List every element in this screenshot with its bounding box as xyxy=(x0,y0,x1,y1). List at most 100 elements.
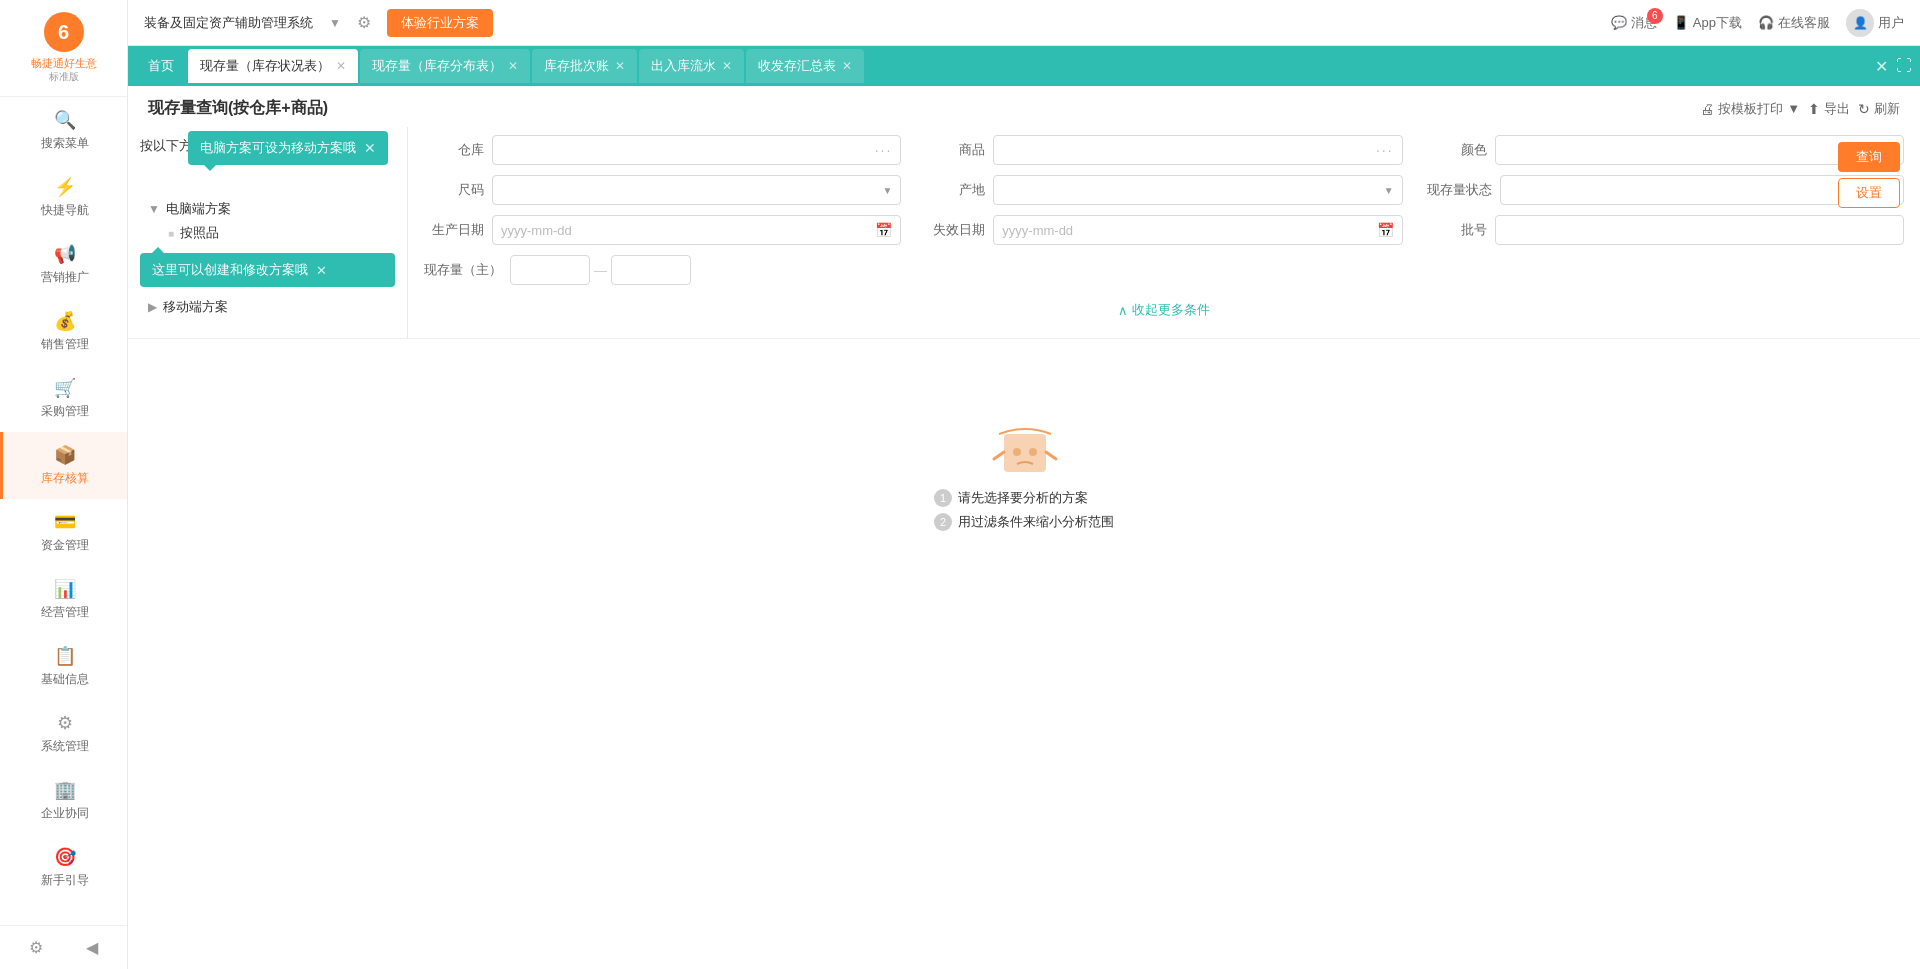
sales-icon: 💰 xyxy=(54,310,76,332)
sidebar-item-sales[interactable]: 💰 销售管理 xyxy=(0,298,127,365)
inventory-main-label: 现存量（主） xyxy=(424,261,502,279)
inventory-main-from[interactable] xyxy=(510,255,590,285)
filter-container: 按以下方案查询 + ✎ « 电脑方案可设为移动方案哦 ✕ xyxy=(128,119,1920,339)
filter-color-row: 颜色 ▼ xyxy=(1427,135,1904,165)
scheme-tooltip2: 这里可以创建和修改方案哦 ✕ xyxy=(140,253,395,287)
filter-batch-row: 批号 xyxy=(1427,215,1904,245)
industry-btn[interactable]: 体验行业方案 xyxy=(387,9,493,37)
size-dropdown-icon: ▼ xyxy=(882,185,892,196)
filter-grid: 仓库 ··· 商品 ··· xyxy=(424,135,1904,285)
reset-button[interactable]: 设置 xyxy=(1838,178,1900,208)
settings-icon[interactable]: ⚙ xyxy=(357,13,371,32)
tab-batch-account[interactable]: 库存批次账 ✕ xyxy=(532,49,637,83)
logo-icon: 6 xyxy=(44,12,84,52)
sidebar-settings-icon[interactable]: ⚙ xyxy=(29,938,43,957)
tab-close-batch-account[interactable]: ✕ xyxy=(615,59,625,73)
tooltip2-arrow xyxy=(152,247,164,253)
inventory-main-range: — xyxy=(510,255,901,285)
tab-inventory-status[interactable]: 现存量（库存状况表） ✕ xyxy=(188,49,358,83)
tab-collect-send[interactable]: 收发存汇总表 ✕ xyxy=(746,49,864,83)
sidebar-item-enterprise[interactable]: 🏢 企业协同 xyxy=(0,767,127,834)
tab-home[interactable]: 首页 xyxy=(136,51,186,81)
scheme-item-mobile-wrapper: ▶ 移动端方案 xyxy=(140,295,395,319)
marketing-icon: 📢 xyxy=(54,243,76,265)
basic-info-icon: 📋 xyxy=(54,645,76,667)
scheme-item-pc[interactable]: ▼ 电脑端方案 xyxy=(148,197,395,221)
expiry-date-input[interactable]: yyyy-mm-dd 📅 xyxy=(993,215,1402,245)
search-button[interactable]: 查询 xyxy=(1838,142,1900,172)
warehouse-dots: ··· xyxy=(875,142,893,158)
inventory-main-to[interactable] xyxy=(611,255,691,285)
tab-close-collect-send[interactable]: ✕ xyxy=(842,59,852,73)
collapse-btn[interactable]: ∧ 收起更多条件 xyxy=(424,293,1904,327)
goods-label: 商品 xyxy=(925,141,985,159)
refresh-btn[interactable]: ↻ 刷新 xyxy=(1858,100,1900,118)
tab-in-out-flow[interactable]: 出入库流水 ✕ xyxy=(639,49,744,83)
sidebar-collapse-icon[interactable]: ◀ xyxy=(86,938,98,957)
empty-tips: 1 请先选择要分析的方案 2 用过滤条件来缩小分析范围 xyxy=(934,489,1114,531)
sidebar-bottom: ⚙ ◀ xyxy=(0,925,127,969)
tab-close-inventory-dist[interactable]: ✕ xyxy=(508,59,518,73)
goods-input[interactable]: ··· xyxy=(993,135,1402,165)
batch-label: 批号 xyxy=(1427,221,1487,239)
expiry-date-placeholder: yyyy-mm-dd xyxy=(1002,223,1073,238)
tab-inventory-dist[interactable]: 现存量（库存分布表） ✕ xyxy=(360,49,530,83)
pc-expand-icon: ▼ xyxy=(148,202,160,216)
tab-close-inventory-status[interactable]: ✕ xyxy=(336,59,346,73)
online-service-btn[interactable]: 🎧 在线客服 xyxy=(1758,14,1830,32)
filter-warehouse-row: 仓库 ··· xyxy=(424,135,901,165)
production-date-icon: 📅 xyxy=(875,222,892,238)
tab-close-in-out-flow[interactable]: ✕ xyxy=(722,59,732,73)
message-icon: 💬 xyxy=(1611,15,1627,30)
user-btn[interactable]: 👤 用户 xyxy=(1846,9,1904,37)
user-avatar: 👤 xyxy=(1846,9,1874,37)
empty-state: 1 请先选择要分析的方案 2 用过滤条件来缩小分析范围 xyxy=(128,339,1920,591)
expiry-date-icon: 📅 xyxy=(1377,222,1394,238)
svg-line-3 xyxy=(994,452,1004,459)
production-date-label: 生产日期 xyxy=(424,221,484,239)
svg-rect-0 xyxy=(1004,434,1046,472)
logo-area: 6 畅捷通好生意 标准版 xyxy=(0,0,127,97)
print-dropdown-icon[interactable]: ▼ xyxy=(1787,101,1800,116)
production-date-placeholder: yyyy-mm-dd xyxy=(501,223,572,238)
sidebar-item-search-menu[interactable]: 🔍 搜索菜单 xyxy=(0,97,127,164)
empty-tip-1: 1 请先选择要分析的方案 xyxy=(934,489,1114,507)
filter-size-row: 尺码 ▼ xyxy=(424,175,901,205)
guide-icon: 🎯 xyxy=(54,846,76,868)
sidebar-item-purchase[interactable]: 🛒 采购管理 xyxy=(0,365,127,432)
scheme-item-pc-all[interactable]: ■ 按照品 xyxy=(168,221,395,245)
sidebar-item-finance[interactable]: 💳 资金管理 xyxy=(0,499,127,566)
sidebar-item-guide[interactable]: 🎯 新手引导 xyxy=(0,834,127,901)
batch-input[interactable] xyxy=(1495,215,1904,245)
sidebar-item-inventory[interactable]: 📦 库存核算 xyxy=(0,432,127,499)
filter-goods-row: 商品 ··· xyxy=(925,135,1402,165)
print-btn[interactable]: 🖨 按模板打印 ▼ xyxy=(1700,100,1800,118)
sidebar-item-system[interactable]: ⚙ 系统管理 xyxy=(0,700,127,767)
goods-dots: ··· xyxy=(1376,142,1394,158)
export-btn[interactable]: ⬆ 导出 xyxy=(1808,100,1850,118)
page-header: 现存量查询(按仓库+商品) 🖨 按模板打印 ▼ ⬆ 导出 ↻ 刷新 xyxy=(128,86,1920,119)
print-icon: 🖨 xyxy=(1700,101,1714,117)
range-separator: — xyxy=(594,263,607,278)
filter-inventory-status-row: 现存量状态 ▼ xyxy=(1427,175,1904,205)
tooltip1-close[interactable]: ✕ xyxy=(364,140,376,156)
sidebar-item-basic-info[interactable]: 📋 基础信息 xyxy=(0,633,127,700)
sidebar-item-marketing[interactable]: 📢 营销推广 xyxy=(0,231,127,298)
sidebar-item-operations[interactable]: 📊 经营管理 xyxy=(0,566,127,633)
warehouse-select[interactable]: ··· xyxy=(492,135,901,165)
origin-select[interactable]: ▼ xyxy=(993,175,1402,205)
tab-fullscreen-icon[interactable]: ⛶ xyxy=(1896,57,1912,76)
scheme-item-mobile[interactable]: ▶ 移动端方案 xyxy=(148,295,395,319)
tooltip2-area: 这里可以创建和修改方案哦 ✕ xyxy=(140,253,395,287)
app-download-btn[interactable]: 📱 App下载 xyxy=(1673,14,1742,32)
filter-expiry-date-row: 失效日期 yyyy-mm-dd 📅 xyxy=(925,215,1402,245)
system-dropdown-icon[interactable]: ▼ xyxy=(329,16,341,30)
tooltip2-close[interactable]: ✕ xyxy=(316,263,327,278)
size-select[interactable]: ▼ xyxy=(492,175,901,205)
mobile-expand-icon: ▶ xyxy=(148,300,157,314)
message-btn[interactable]: 💬 消息 6 xyxy=(1611,14,1657,32)
production-date-input[interactable]: yyyy-mm-dd 📅 xyxy=(492,215,901,245)
tab-close-all-icon[interactable]: ✕ xyxy=(1875,57,1888,76)
sidebar-item-quick-nav[interactable]: ⚡ 快捷导航 xyxy=(0,164,127,231)
origin-label: 产地 xyxy=(925,181,985,199)
